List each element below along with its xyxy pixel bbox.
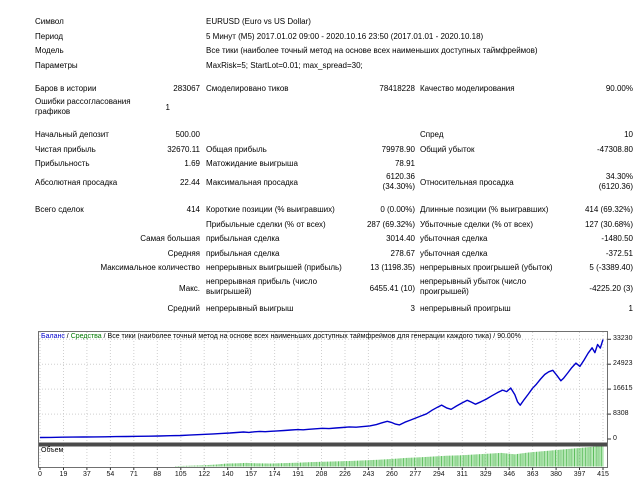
axis-tick-label: 19 xyxy=(59,471,68,478)
axis-tick-label: 37 xyxy=(83,471,91,478)
axis-tick-label: 243 xyxy=(362,471,375,478)
volume-panel-label: Объем xyxy=(41,447,64,454)
axis-tick-label: 105 xyxy=(174,471,187,478)
axis-tick-label: 363 xyxy=(526,471,539,478)
axis-tick-label: 329 xyxy=(479,471,492,478)
axis-tick-label: 397 xyxy=(573,471,586,478)
axis-tick-label: 88 xyxy=(153,471,162,478)
axis-tick-label: 380 xyxy=(550,471,562,478)
axis-tick-label: 277 xyxy=(409,471,422,478)
axis-tick-label: 174 xyxy=(268,471,281,478)
axis-tick-label: 415 xyxy=(597,471,609,478)
axis-tick-label: 157 xyxy=(245,471,257,478)
legend-model-label: Все тики (наиболее точный метод на основ… xyxy=(107,333,492,340)
axis-tick-label: 33230 xyxy=(613,335,633,343)
axis-tick-label: 0 xyxy=(38,471,42,478)
axis-tick-label: 346 xyxy=(503,471,515,478)
axis-tick-label: 191 xyxy=(292,471,304,478)
axis-tick-label: 122 xyxy=(198,471,211,478)
axis-tick-label: 24923 xyxy=(613,360,633,368)
axis-tick-label: 16615 xyxy=(613,385,633,393)
legend-balance-label: Баланс xyxy=(41,333,65,340)
axis-tick-label: 311 xyxy=(456,471,468,478)
chart-legend: Баланс / Средства / Все тики (наиболее т… xyxy=(41,333,601,341)
axis-tick-label: 226 xyxy=(339,471,351,478)
axis-tick-label: 260 xyxy=(386,471,398,478)
axis-tick-label: 0 xyxy=(613,435,617,442)
axis-tick-label: 294 xyxy=(432,471,445,478)
legend-equity-label: Средства xyxy=(70,333,102,340)
legend-quality-value: 90.00% xyxy=(497,333,521,340)
axis-tick-label: 71 xyxy=(129,471,138,478)
axis-tick-label: 8308 xyxy=(613,410,629,418)
axis-tick-label: 54 xyxy=(106,471,115,478)
strategy-tester-report: Символ EURUSD (Euro vs US Dollar) Период 5 … xyxy=(0,0,640,480)
chart-canvas xyxy=(38,331,611,470)
axis-tick-label: 208 xyxy=(315,471,328,478)
axis-tick-label: 140 xyxy=(221,471,234,478)
